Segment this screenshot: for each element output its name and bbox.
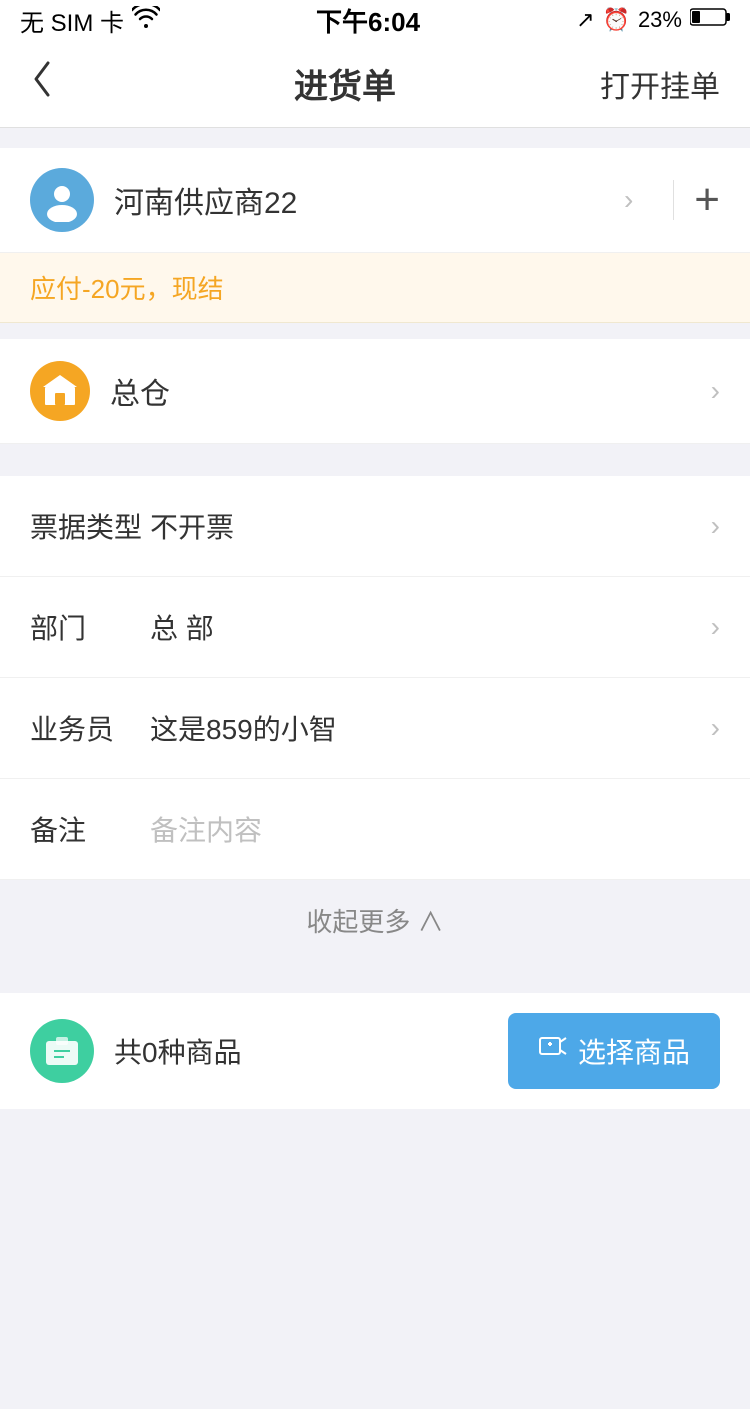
department-label: 部门 bbox=[30, 607, 150, 647]
warehouse-chevron-icon: › bbox=[711, 375, 720, 407]
supplier-section: 河南供应商22 › + 应付-20元，现结 bbox=[0, 148, 750, 323]
top-gap bbox=[0, 128, 750, 148]
open-pending-button[interactable]: 打开挂单 bbox=[600, 62, 720, 106]
status-time: 下午6:04 bbox=[316, 2, 420, 39]
status-right: ↗ ⏰ 23% bbox=[576, 7, 730, 33]
salesperson-row[interactable]: 业务员 这是859的小智 › bbox=[0, 678, 750, 779]
gap-1 bbox=[0, 323, 750, 339]
back-button[interactable] bbox=[30, 59, 90, 108]
gap-3 bbox=[0, 961, 750, 977]
remark-row[interactable]: 备注 备注内容 bbox=[0, 779, 750, 880]
add-supplier-button[interactable]: + bbox=[694, 178, 720, 222]
invoice-row[interactable]: 票据类型 不开票 › bbox=[0, 476, 750, 577]
remark-label: 备注 bbox=[30, 809, 150, 849]
supplier-chevron-icon: › bbox=[624, 184, 633, 216]
location-icon: ↗ bbox=[576, 7, 594, 33]
alarm-icon: ⏰ bbox=[603, 7, 630, 33]
department-row[interactable]: 部门 总 部 › bbox=[0, 577, 750, 678]
invoice-value: 不开票 bbox=[150, 506, 701, 546]
bottom-space bbox=[0, 1109, 750, 1409]
invoice-label: 票据类型 bbox=[30, 506, 150, 546]
supplier-divider bbox=[673, 180, 674, 220]
product-count-label: 共0种商品 bbox=[114, 1031, 508, 1071]
select-product-label: 选择商品 bbox=[578, 1031, 690, 1071]
supplier-name: 河南供应商22 bbox=[114, 178, 624, 222]
salesperson-value: 这是859的小智 bbox=[150, 708, 701, 748]
nav-bar: 进货单 打开挂单 bbox=[0, 40, 750, 128]
supplier-row[interactable]: 河南供应商22 › + bbox=[0, 148, 750, 253]
page-title: 进货单 bbox=[294, 59, 396, 108]
select-product-button[interactable]: 选择商品 bbox=[508, 1013, 720, 1089]
sim-label: 无 SIM 卡 bbox=[20, 3, 124, 38]
select-product-icon bbox=[538, 1032, 568, 1070]
remark-input[interactable]: 备注内容 bbox=[150, 809, 720, 849]
salesperson-chevron-icon: › bbox=[711, 712, 720, 744]
warehouse-row[interactable]: 总仓 › bbox=[0, 339, 750, 444]
warehouse-name: 总仓 bbox=[110, 369, 711, 413]
department-value: 总 部 bbox=[150, 607, 701, 647]
status-bar: 无 SIM 卡 下午6:04 ↗ ⏰ 23% bbox=[0, 0, 750, 40]
status-left: 无 SIM 卡 bbox=[20, 3, 160, 38]
department-chevron-icon: › bbox=[711, 611, 720, 643]
notice-banner: 应付-20元，现结 bbox=[0, 253, 750, 323]
product-bar: 共0种商品 选择商品 bbox=[0, 993, 750, 1109]
battery-icon bbox=[690, 7, 730, 33]
warehouse-section: 总仓 › bbox=[0, 339, 750, 444]
warehouse-icon bbox=[30, 361, 90, 421]
product-icon bbox=[30, 1019, 94, 1083]
battery-label: 23% bbox=[638, 7, 682, 33]
gap-2 bbox=[0, 444, 750, 460]
wifi-icon bbox=[132, 6, 160, 35]
form-section: 票据类型 不开票 › 部门 总 部 › 业务员 这是859的小智 › 备注 备注… bbox=[0, 476, 750, 880]
invoice-chevron-icon: › bbox=[711, 510, 720, 542]
collapse-button[interactable]: 收起更多 ∧ bbox=[0, 880, 750, 961]
supplier-avatar bbox=[30, 168, 94, 232]
salesperson-label: 业务员 bbox=[30, 708, 150, 748]
